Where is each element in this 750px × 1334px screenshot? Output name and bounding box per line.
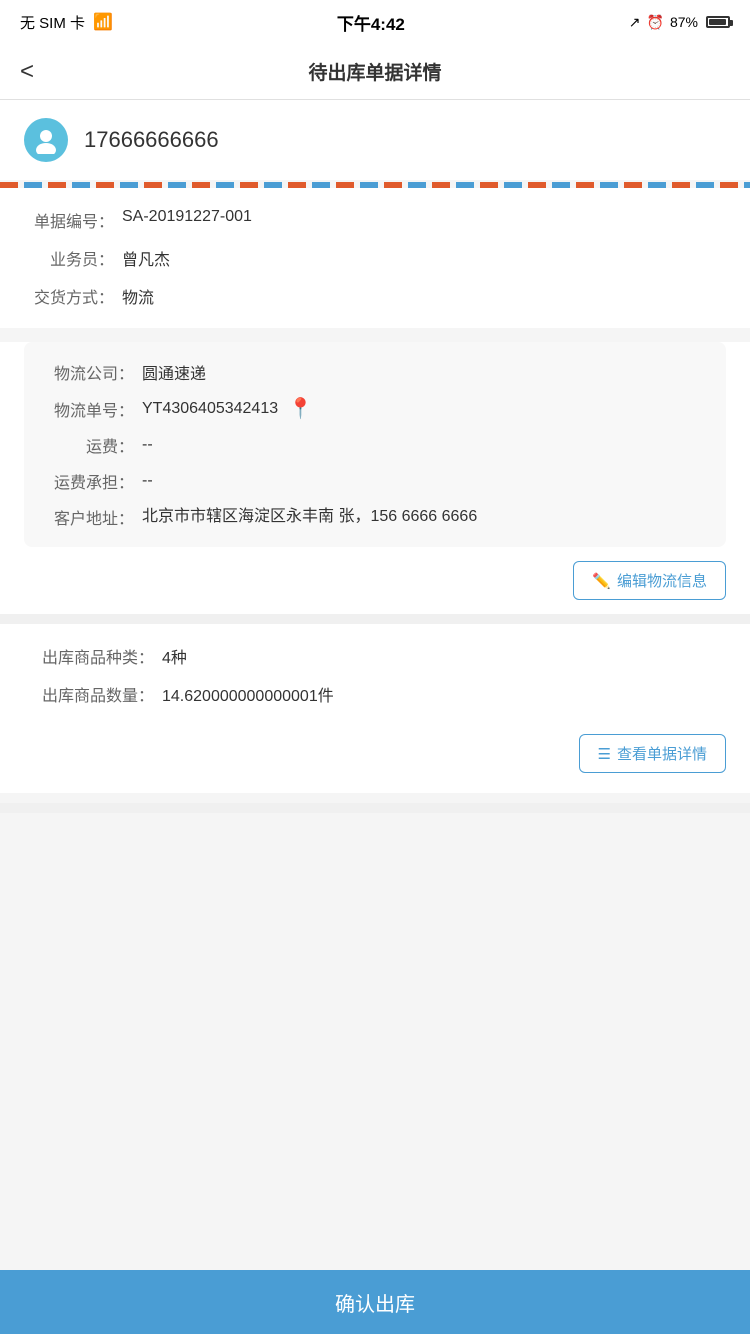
logistics-address-row: 客户地址： 北京市市辖区海淀区永丰南 张，156 6666 6666 [44, 505, 706, 529]
edit-icon: ✏️ [592, 572, 611, 590]
edit-logistics-container: ✏️ 编辑物流信息 [0, 547, 750, 614]
logistics-freight-bearer-row: 运费承担： -- [44, 469, 706, 493]
logistics-freight-label: 运费： [44, 433, 134, 457]
status-bar: 无 SIM 卡 📶 下午4:42 ↗ ⏰ 87% [0, 0, 750, 44]
order-no-label: 单据编号： [24, 208, 114, 232]
logistics-freight-value: -- [142, 436, 706, 454]
logistics-tracking-label: 物流单号： [44, 397, 134, 421]
separator-2 [0, 803, 750, 813]
status-left: 无 SIM 卡 📶 [20, 12, 113, 33]
logistics-card: 物流公司： 圆通速递 物流单号： YT4306405342413 📍 运费： -… [24, 342, 726, 547]
delivery-row: 交货方式： 物流 [24, 284, 726, 308]
alarm-icon: ⏰ [647, 14, 664, 31]
logistics-freight-bearer-label: 运费承担： [44, 469, 134, 493]
logistics-company-value: 圆通速递 [142, 360, 706, 384]
order-no-value: SA-20191227-001 [122, 208, 726, 226]
logistics-address-label: 客户地址： [44, 505, 134, 529]
wifi-icon: 📶 [93, 12, 113, 32]
salesman-value: 曾凡杰 [122, 246, 726, 270]
logistics-freight-row: 运费： -- [44, 433, 706, 457]
product-types-row: 出库商品种类： 4种 [24, 644, 726, 668]
location-pin-icon[interactable]: 📍 [288, 396, 313, 421]
product-quantity-label: 出库商品数量： [24, 682, 154, 706]
logistics-section: 物流公司： 圆通速递 物流单号： YT4306405342413 📍 运费： -… [0, 342, 750, 614]
page-title: 待出库单据详情 [308, 58, 441, 85]
battery-fill [709, 19, 726, 25]
logistics-tracking-row: 物流单号： YT4306405342413 📍 [44, 396, 706, 421]
location-icon: ↗ [629, 14, 641, 31]
order-no-row: 单据编号： SA-20191227-001 [24, 208, 726, 232]
nav-bar: < 待出库单据详情 [0, 44, 750, 100]
customer-header: 17666666666 [0, 100, 750, 180]
customer-phone: 17666666666 [84, 127, 219, 153]
edit-logistics-label: 编辑物流信息 [617, 570, 707, 591]
logistics-tracking-value: YT4306405342413 [142, 400, 278, 418]
empty-space [0, 813, 750, 973]
view-detail-button[interactable]: ☰ 查看单据详情 [579, 734, 726, 773]
product-types-value: 4种 [162, 644, 726, 668]
separator-1 [0, 614, 750, 624]
product-quantity-row: 出库商品数量： 14.620000000000001件 [24, 682, 726, 706]
logistics-company-row: 物流公司： 圆通速递 [44, 360, 706, 384]
delivery-value: 物流 [122, 284, 726, 308]
user-avatar-icon [32, 126, 60, 154]
view-detail-container: ☰ 查看单据详情 [24, 720, 726, 773]
battery-label: 87% [670, 14, 698, 30]
product-quantity-value: 14.620000000000001件 [162, 682, 726, 706]
delivery-label: 交货方式： [24, 284, 114, 308]
bottom-padding [0, 973, 750, 1037]
order-info-section: 单据编号： SA-20191227-001 业务员： 曾凡杰 交货方式： 物流 [0, 188, 750, 328]
view-detail-label: 查看单据详情 [617, 743, 707, 764]
product-types-label: 出库商品种类： [24, 644, 154, 668]
salesman-label: 业务员： [24, 246, 114, 270]
status-time: 下午4:42 [337, 10, 405, 35]
back-button[interactable]: < [12, 50, 42, 94]
logistics-address-value: 北京市市辖区海淀区永丰南 张，156 6666 6666 [142, 505, 706, 529]
product-info-section: 出库商品种类： 4种 出库商品数量： 14.620000000000001件 ☰… [0, 624, 750, 793]
edit-logistics-button[interactable]: ✏️ 编辑物流信息 [573, 561, 726, 600]
tracking-row: YT4306405342413 📍 [142, 396, 313, 421]
confirm-bar[interactable]: 确认出库 [0, 1270, 750, 1334]
logistics-company-label: 物流公司： [44, 360, 134, 384]
doc-icon: ☰ [598, 745, 611, 763]
avatar [24, 118, 68, 162]
battery-icon [706, 16, 730, 28]
status-right: ↗ ⏰ 87% [629, 14, 730, 31]
logistics-freight-bearer-value: -- [142, 472, 706, 490]
carrier-label: 无 SIM 卡 [20, 12, 85, 33]
confirm-btn-text: 确认出库 [335, 1288, 415, 1317]
salesman-row: 业务员： 曾凡杰 [24, 246, 726, 270]
